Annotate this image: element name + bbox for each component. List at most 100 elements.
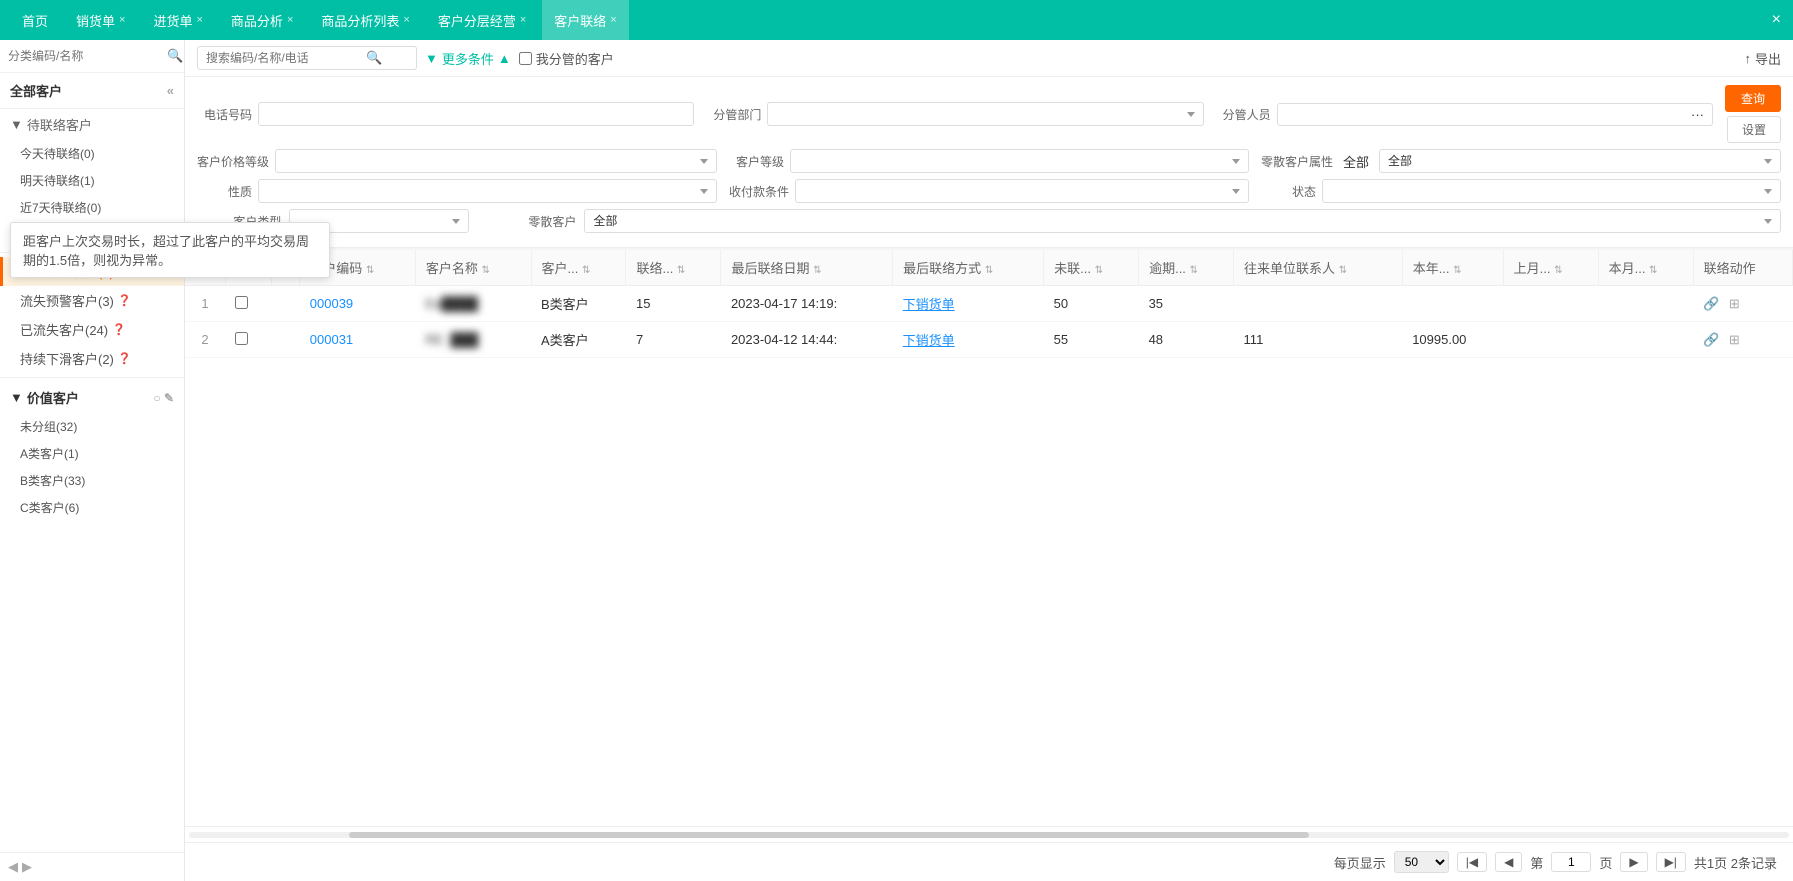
person-label: 分管人员 bbox=[1216, 106, 1271, 123]
row2-checkbox[interactable] bbox=[235, 332, 248, 345]
export-label: 导出 bbox=[1755, 49, 1781, 68]
sidebar-item-class-a[interactable]: A类客户(1) bbox=[0, 440, 184, 467]
search-input[interactable] bbox=[206, 51, 366, 65]
nav-analysis-list-close[interactable]: × bbox=[403, 14, 409, 26]
nav-item-sales[interactable]: 销货单 × bbox=[64, 0, 137, 40]
sidebar-all-customers-header[interactable]: 全部客户 « bbox=[0, 73, 184, 109]
section-arrow-value: ▼ bbox=[10, 390, 23, 405]
scroll-track[interactable] bbox=[189, 832, 1789, 838]
row2-link-icon[interactable]: 🔗 bbox=[1703, 332, 1719, 347]
sidebar-item-churned[interactable]: 已流失客户(24) ❓ bbox=[0, 315, 184, 344]
sidebar-section-value-customers[interactable]: ▼ 价值客户 ○ ✎ bbox=[0, 382, 184, 413]
row2-grid-icon[interactable]: ⊞ bbox=[1729, 332, 1740, 347]
section-arrow-pending: ▼ bbox=[10, 117, 23, 132]
col-company-contact-header[interactable]: 往来单位联系人 ⇅ bbox=[1234, 250, 1403, 286]
gender-label: 性质 bbox=[197, 183, 252, 200]
main-layout: 🔍 全部客户 « ▼ 待联络客户 今天待联络(0) 明天待联络(1) 近7天待联… bbox=[0, 40, 1793, 881]
first-page-button[interactable]: |◀ bbox=[1457, 852, 1487, 872]
sidebar-search-input[interactable] bbox=[8, 49, 163, 63]
nav-customer-contact-close[interactable]: × bbox=[610, 14, 616, 26]
sidebar-item-churn-warning[interactable]: 流失预警客户(3) ❓ bbox=[0, 286, 184, 315]
cell-row2-last-month bbox=[1503, 322, 1598, 358]
row1-link-icon[interactable]: 🔗 bbox=[1703, 296, 1719, 311]
col-customer-type-header[interactable]: 客户... ⇅ bbox=[531, 250, 626, 286]
row1-checkbox[interactable] bbox=[235, 296, 248, 309]
retail-customer-select[interactable]: 全部 bbox=[584, 209, 1781, 233]
scroll-thumb[interactable] bbox=[349, 832, 1309, 838]
customer-level-select[interactable] bbox=[790, 149, 1249, 173]
nav-item-purchase[interactable]: 进货单 × bbox=[141, 0, 214, 40]
cell-row2-last-contact-date: 2023-04-12 14:44: bbox=[721, 322, 893, 358]
cell-row1-checkbox[interactable] bbox=[225, 286, 271, 322]
nav-item-analysis[interactable]: 商品分析 × bbox=[219, 0, 305, 40]
col-overdue-header[interactable]: 逾期... ⇅ bbox=[1139, 250, 1234, 286]
phone-input[interactable] bbox=[258, 102, 694, 126]
cell-row2-checkbox[interactable] bbox=[225, 322, 271, 358]
col-name-header[interactable]: 客户名称 ⇅ bbox=[415, 250, 531, 286]
nav-item-analysis-list[interactable]: 商品分析列表 × bbox=[309, 0, 421, 40]
cell-row1-contact: 15 bbox=[626, 286, 721, 322]
nav-item-customer-contact[interactable]: 客户联络 × bbox=[542, 0, 628, 40]
filter-row-4: ... 客户类型 零散客户 全部 bbox=[197, 209, 1781, 233]
cell-row1-last-contact-method[interactable]: 下销货单 bbox=[893, 286, 1044, 322]
nav-customer-tier-close[interactable]: × bbox=[520, 14, 526, 26]
sidebar-item-7days-contact[interactable]: 近7天待联络(0) bbox=[0, 194, 184, 221]
cell-row1-code[interactable]: 000039 bbox=[300, 286, 416, 322]
nav-item-home[interactable]: 首页 bbox=[10, 0, 60, 40]
status-select[interactable] bbox=[1322, 179, 1781, 203]
sidebar-item-class-b[interactable]: B类客户(33) bbox=[0, 467, 184, 494]
search-icon[interactable]: 🔍 bbox=[366, 50, 382, 66]
nav-item-customer-tier[interactable]: 客户分层经营 × bbox=[426, 0, 538, 40]
col-last-contact-date-header[interactable]: 最后联络日期 ⇅ bbox=[721, 250, 893, 286]
sidebar-item-class-c[interactable]: C类客户(6) bbox=[0, 494, 184, 521]
row1-grid-icon[interactable]: ⊞ bbox=[1729, 296, 1740, 311]
payment-select[interactable] bbox=[795, 179, 1249, 203]
cell-row2-last-contact-method[interactable]: 下销货单 bbox=[893, 322, 1044, 358]
sidebar-item-declining[interactable]: 持续下滑客户(2) ❓ bbox=[0, 344, 184, 373]
sidebar-item-tomorrow-contact[interactable]: 明天待联络(1) bbox=[0, 167, 184, 194]
sidebar-next-arrow[interactable]: ▶ bbox=[22, 859, 32, 875]
my-customers-checkbox[interactable] bbox=[519, 52, 532, 65]
per-page-select[interactable]: 50 100 200 bbox=[1394, 851, 1449, 873]
next-page-button[interactable]: ▶ bbox=[1620, 852, 1647, 872]
per-page-label: 每页显示 bbox=[1334, 853, 1386, 872]
last-page-button[interactable]: ▶| bbox=[1656, 852, 1686, 872]
col-this-year-header[interactable]: 本年... ⇅ bbox=[1402, 250, 1503, 286]
window-close-button[interactable]: × bbox=[1772, 11, 1781, 29]
export-icon: ↑ bbox=[1744, 51, 1751, 66]
value-customers-edit-icon[interactable]: ○ ✎ bbox=[153, 391, 174, 405]
sidebar-collapse-icon[interactable]: « bbox=[167, 83, 174, 98]
col-contact-header[interactable]: 联络... ⇅ bbox=[626, 250, 721, 286]
horizontal-scrollbar[interactable] bbox=[185, 826, 1793, 842]
nav-purchase-close[interactable]: × bbox=[196, 14, 202, 26]
sidebar-item-today-contact[interactable]: 今天待联络(0) bbox=[0, 140, 184, 167]
cell-row2-code[interactable]: 000031 bbox=[300, 322, 416, 358]
more-conditions-button[interactable]: ▼ 更多条件 ▲ bbox=[425, 49, 511, 68]
sidebar-search-icon[interactable]: 🔍 bbox=[167, 48, 183, 64]
col-last-contact-method-header[interactable]: 最后联络方式 ⇅ bbox=[893, 250, 1044, 286]
sidebar-section-pending-contact[interactable]: ▼ 待联络客户 bbox=[0, 109, 184, 140]
col-last-month-header[interactable]: 上月... ⇅ bbox=[1503, 250, 1598, 286]
price-level-select[interactable] bbox=[275, 149, 717, 173]
settings-button[interactable]: 设置 bbox=[1727, 116, 1781, 143]
sidebar-prev-arrow[interactable]: ◀ bbox=[8, 859, 18, 875]
page-input[interactable] bbox=[1551, 852, 1591, 872]
gender-select[interactable] bbox=[258, 179, 717, 203]
prev-page-button[interactable]: ◀ bbox=[1495, 852, 1522, 872]
query-button[interactable]: 查询 bbox=[1725, 85, 1781, 112]
cell-row2-company-contact: 111 bbox=[1234, 322, 1403, 358]
col-this-month-header[interactable]: 本月... ⇅ bbox=[1598, 250, 1693, 286]
col-no-contact-header[interactable]: 未联... ⇅ bbox=[1044, 250, 1139, 286]
my-customers-checkbox-area[interactable]: 我分管的客户 bbox=[519, 49, 614, 68]
person-dots: ··· bbox=[1691, 107, 1704, 122]
sidebar-item-ungrouped[interactable]: 未分组(32) bbox=[0, 413, 184, 440]
export-button[interactable]: ↑ 导出 bbox=[1744, 49, 1781, 68]
table-row: 2 000031 RE .███ A类客户 7 2023-04-12 14:44… bbox=[185, 322, 1793, 358]
dept-select[interactable] bbox=[767, 102, 1203, 126]
person-select[interactable]: ··· bbox=[1277, 103, 1713, 126]
churn-warning-label: 流失预警客户(3) bbox=[20, 291, 114, 310]
nav-sales-close[interactable]: × bbox=[119, 14, 125, 26]
cell-row1-last-month bbox=[1503, 286, 1598, 322]
retail-attr-select[interactable]: 全部 bbox=[1379, 149, 1781, 173]
nav-analysis-close[interactable]: × bbox=[287, 14, 293, 26]
